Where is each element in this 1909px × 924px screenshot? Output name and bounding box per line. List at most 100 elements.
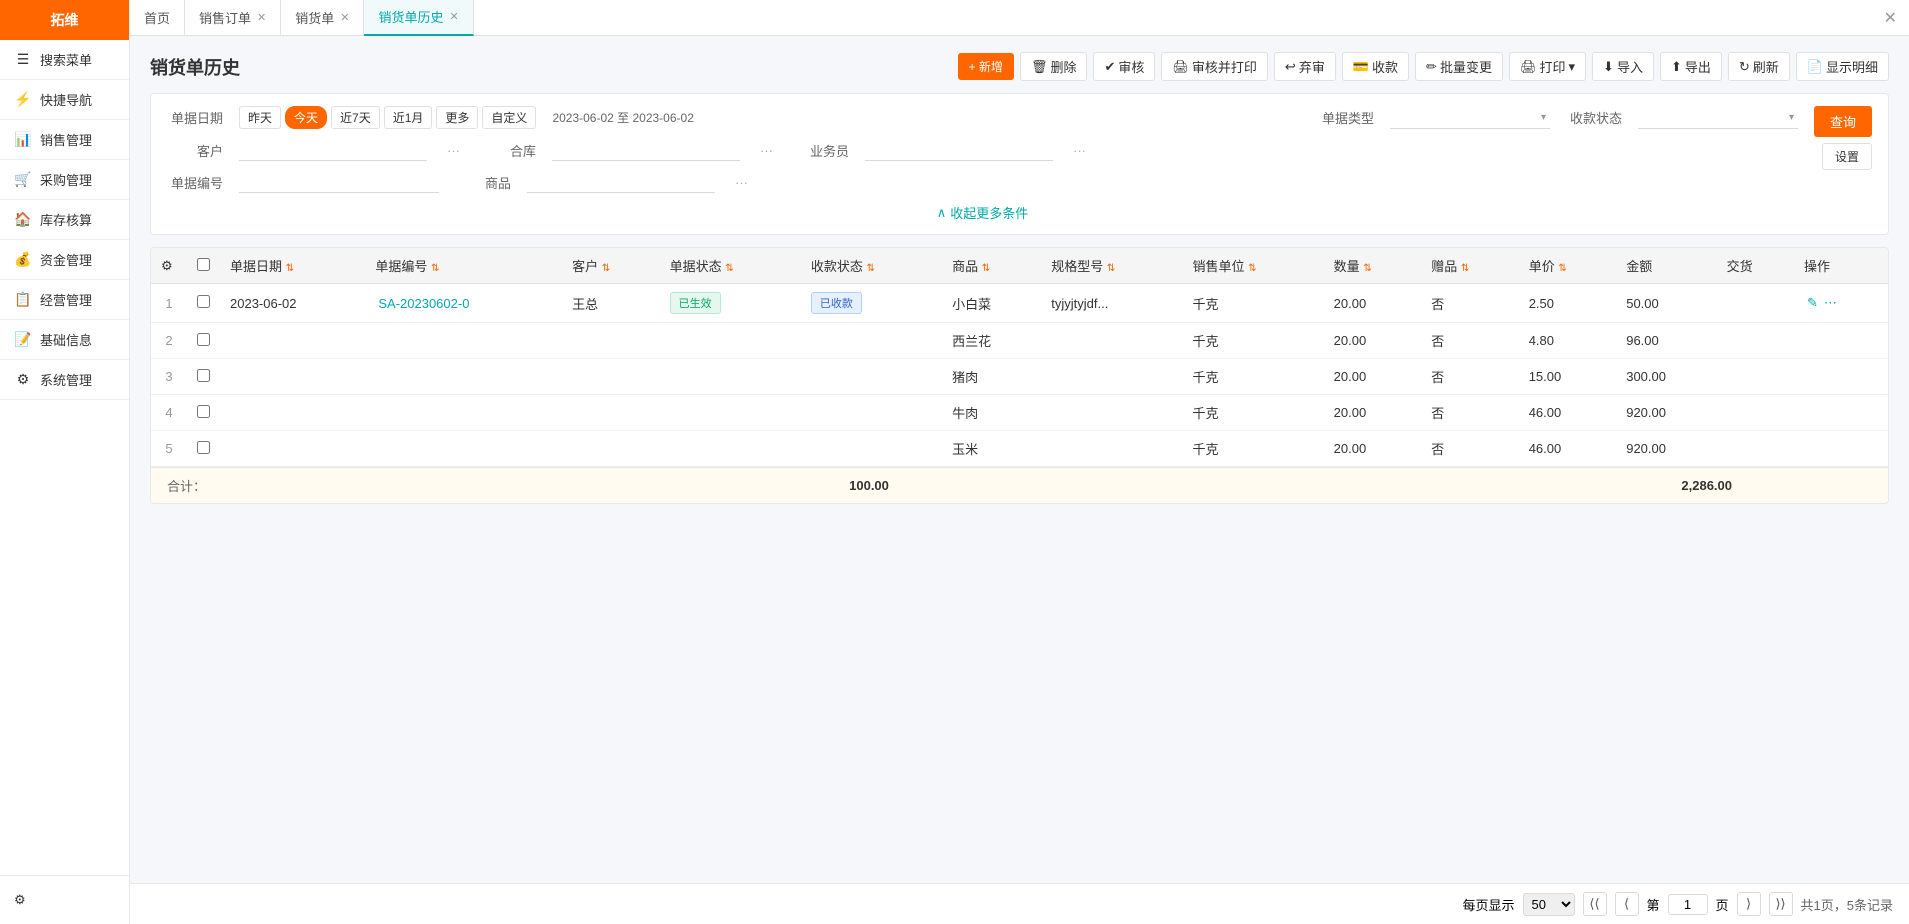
row-customer: 王总 <box>562 284 660 323</box>
customer-more-btn[interactable]: ··· <box>443 143 464 158</box>
row-doc-no <box>365 395 562 431</box>
close-all-tabs-btn[interactable]: ✕ <box>1872 8 1909 28</box>
row-checkbox-cell <box>187 359 220 395</box>
row-checkbox-cell <box>187 284 220 323</box>
sidebar-item-quick-nav[interactable]: ⚡ 快捷导航 <box>0 80 129 120</box>
collapse-btn[interactable]: ∧ 收起更多条件 <box>937 203 1029 222</box>
row-num: 5 <box>151 431 187 467</box>
last-page-btn[interactable]: ⟩⟩ <box>1769 892 1793 916</box>
col-doc-no-sort-icon[interactable]: ⇅ <box>431 263 439 274</box>
col-unit: 销售单位 ⇅ <box>1182 248 1323 284</box>
row-spec <box>1041 359 1182 395</box>
date-yesterday-btn[interactable]: 昨天 <box>239 106 281 129</box>
warehouse-more-btn[interactable]: ··· <box>756 143 777 158</box>
row-transaction <box>1717 284 1794 323</box>
tab-sales-history-close[interactable]: ✕ <box>450 10 459 23</box>
col-goods-sort-icon[interactable]: ⇅ <box>982 263 990 274</box>
sidebar-item-sys-mgmt[interactable]: ⚙ 系统管理 <box>0 360 129 400</box>
show-detail-button[interactable]: 📄 显示明细 <box>1796 52 1889 81</box>
row-checkbox[interactable] <box>197 333 210 346</box>
receive-button[interactable]: 💳 收款 <box>1342 52 1409 81</box>
page-number-input[interactable] <box>1668 894 1708 915</box>
col-goods-label: 商品 <box>952 259 978 274</box>
row-qty: 20.00 <box>1324 395 1422 431</box>
page-size-select[interactable]: 50 100 <box>1523 893 1575 916</box>
row-customer <box>562 395 660 431</box>
next-page-btn[interactable]: ⟩ <box>1737 892 1761 916</box>
print-button[interactable]: 🖨 打印 ▾ <box>1509 52 1586 81</box>
tab-sales-delivery-close[interactable]: ✕ <box>340 11 349 24</box>
refresh-button[interactable]: ↻ 刷新 <box>1728 52 1790 81</box>
col-qty-sort-icon[interactable]: ⇅ <box>1363 263 1371 274</box>
payment-status-select[interactable] <box>1638 107 1798 129</box>
col-gift-sort-icon[interactable]: ⇅ <box>1461 263 1469 274</box>
row-checkbox[interactable] <box>197 441 210 454</box>
tab-sales-delivery[interactable]: 销货单 ✕ <box>281 0 364 36</box>
sidebar-item-inventory[interactable]: 🏠 库存核算 <box>0 200 129 240</box>
sidebar-item-basic-info[interactable]: 📝 基础信息 <box>0 320 129 360</box>
tab-home[interactable]: 首页 <box>130 0 185 36</box>
filter-collapse-row: ∧ 收起更多条件 <box>167 203 1798 222</box>
row-checkbox[interactable] <box>197 295 210 308</box>
col-spec-sort-icon[interactable]: ⇅ <box>1107 263 1115 274</box>
col-goods: 商品 ⇅ <box>942 248 1041 284</box>
date-quick-group: 昨天 今天 近7天 近1月 更多 自定义 <box>239 106 536 129</box>
sidebar-item-label: 采购管理 <box>40 170 92 189</box>
sidebar-item-purchase-mgmt[interactable]: 🛒 采购管理 <box>0 160 129 200</box>
tab-sales-history[interactable]: 销货单历史 ✕ <box>364 0 473 36</box>
sidebar-settings-btn[interactable]: ⚙ <box>0 884 129 916</box>
row-price: 2.50 <box>1519 284 1617 323</box>
new-button[interactable]: + 新增 <box>958 53 1014 80</box>
config-icon[interactable]: ⚙ <box>161 258 173 273</box>
col-payment-status: 收款状态 ⇅ <box>801 248 942 284</box>
col-doc-status-sort-icon[interactable]: ⇅ <box>725 263 733 274</box>
date-last7days-btn[interactable]: 近7天 <box>331 106 380 129</box>
batch-change-button[interactable]: ✏ 批量变更 <box>1415 52 1503 81</box>
row-action <box>1794 395 1888 431</box>
select-all-checkbox[interactable] <box>197 258 210 271</box>
doc-no-input[interactable] <box>239 171 439 193</box>
delete-button[interactable]: 🗑 删除 <box>1020 52 1088 81</box>
table-header-row: ⚙ 单据日期 ⇅ 单据编号 ⇅ <box>151 248 1888 284</box>
audit-print-button[interactable]: 🖨 审核并打印 <box>1161 52 1268 81</box>
sidebar-item-sales-mgmt[interactable]: 📊 销售管理 <box>0 120 129 160</box>
col-price-sort-icon[interactable]: ⇅ <box>1558 263 1566 274</box>
customer-input[interactable] <box>239 139 427 161</box>
col-doc-date-sort-icon[interactable]: ⇅ <box>286 263 294 274</box>
tab-sales-order[interactable]: 销售订单 ✕ <box>185 0 281 36</box>
abandon-button[interactable]: ↩ 弃审 <box>1274 52 1336 81</box>
warehouse-input[interactable] <box>552 139 740 161</box>
date-last1month-btn[interactable]: 近1月 <box>384 106 433 129</box>
action-more-link[interactable]: ⋯ <box>1824 295 1837 310</box>
col-customer-sort-icon[interactable]: ⇅ <box>602 263 610 274</box>
set-button[interactable]: 设置 <box>1822 143 1872 170</box>
sidebar-item-ops-mgmt[interactable]: 📋 经营管理 <box>0 280 129 320</box>
goods-input[interactable] <box>527 171 715 193</box>
date-more-btn[interactable]: 更多 <box>436 106 478 129</box>
prev-page-btn[interactable]: ⟨ <box>1615 892 1639 916</box>
export-button[interactable]: ⬆ 导出 <box>1660 52 1722 81</box>
staff-input[interactable] <box>865 139 1053 161</box>
row-checkbox[interactable] <box>197 369 210 382</box>
action-edit-link[interactable]: ✎ <box>1807 295 1818 310</box>
staff-more-btn[interactable]: ··· <box>1069 143 1090 158</box>
row-doc-no <box>365 323 562 359</box>
import-button[interactable]: ⬇ 导入 <box>1592 52 1654 81</box>
col-payment-status-sort-icon[interactable]: ⇅ <box>866 263 874 274</box>
date-custom-btn[interactable]: 自定义 <box>482 106 536 129</box>
doc-type-select[interactable] <box>1390 107 1550 129</box>
doc-type-label: 单据类型 <box>1318 108 1374 127</box>
audit-button[interactable]: ✔ 审核 <box>1093 52 1155 81</box>
sidebar-item-finance-mgmt[interactable]: 💰 资金管理 <box>0 240 129 280</box>
query-button[interactable]: 查询 <box>1814 106 1872 137</box>
goods-more-btn[interactable]: ··· <box>731 175 752 190</box>
date-today-btn[interactable]: 今天 <box>285 106 327 129</box>
refresh-icon: ↻ <box>1739 59 1750 75</box>
col-unit-sort-icon[interactable]: ⇅ <box>1248 263 1256 274</box>
tab-sales-order-close[interactable]: ✕ <box>257 11 266 24</box>
row-spec <box>1041 431 1182 467</box>
col-doc-no: 单据编号 ⇅ <box>365 248 562 284</box>
first-page-btn[interactable]: ⟨⟨ <box>1583 892 1607 916</box>
row-checkbox[interactable] <box>197 405 210 418</box>
sidebar-item-search-menu[interactable]: ☰ 搜索菜单 <box>0 40 129 80</box>
